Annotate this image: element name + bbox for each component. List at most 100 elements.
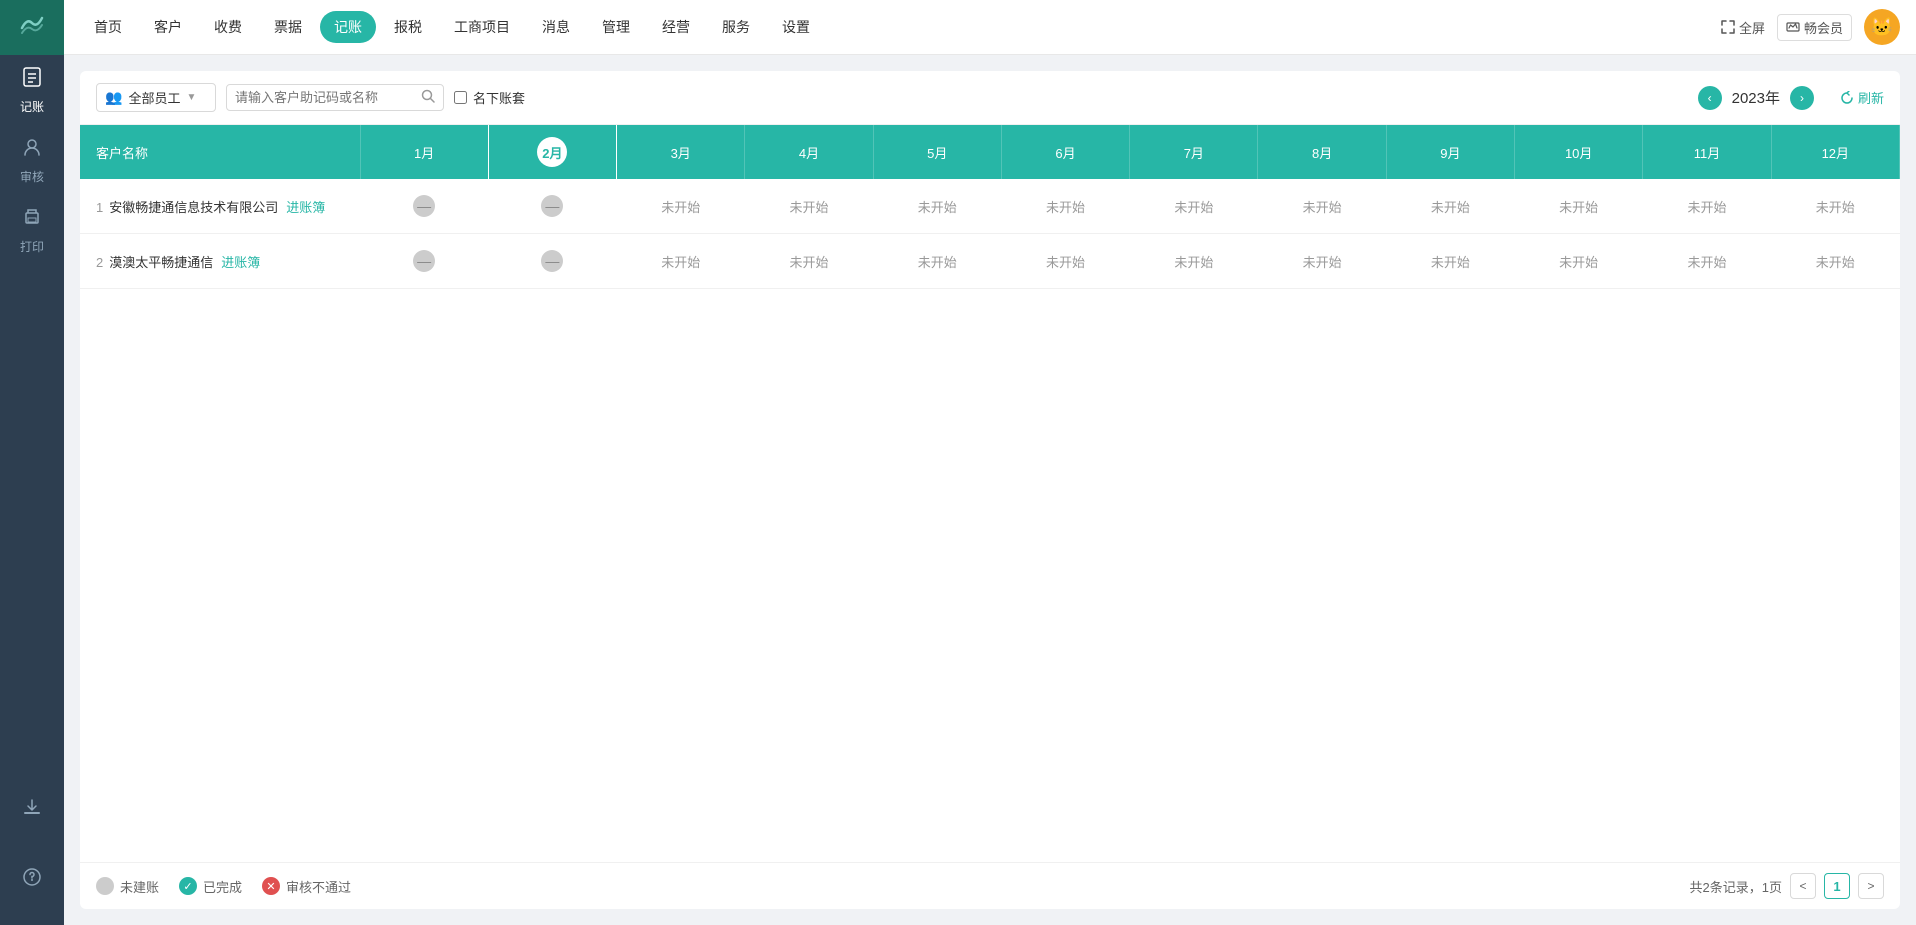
legend-rejected-label: 审核不通过 [286,877,351,896]
active-month-circle: 2月 [537,137,567,167]
employee-select-label: 全部员工 [128,88,180,107]
cell-sep-0: 未开始 [1386,179,1514,234]
fullscreen-icon [1721,20,1735,34]
year-next-button[interactable]: › [1790,86,1814,110]
col-header-sep: 9月 [1386,125,1514,179]
user-avatar[interactable]: 🐱 [1864,9,1900,45]
review-icon [21,136,43,164]
sidebar-item-print-label: 打印 [20,238,44,255]
myaccount-checkbox-label[interactable]: 名下账套 [454,88,525,107]
nav-billing[interactable]: 收费 [200,11,256,43]
nav-message[interactable]: 消息 [528,11,584,43]
table-row: 1安徽畅捷通信息技术有限公司进账簿——未开始未开始未开始未开始未开始未开始未开始… [80,179,1900,234]
refresh-label: 刷新 [1858,88,1884,107]
search-box [226,84,444,111]
row-index: 2 [96,255,103,270]
enter-ledger-link[interactable]: 进账簿 [286,200,325,215]
nav-settings[interactable]: 设置 [768,11,824,43]
sidebar-item-bookkeeping[interactable]: 记账 [0,55,64,125]
col-header-jul: 7月 [1130,125,1258,179]
cell-jul-1: 未开始 [1130,234,1258,289]
legend-rejected: ✕ 审核不通过 [262,877,351,896]
nav-tax[interactable]: 报税 [380,11,436,43]
table-wrapper: 客户名称 1月 2月 3月 4月 5月 6月 7月 8月 9月 [80,125,1900,862]
sidebar-item-review[interactable]: 审核 [0,125,64,195]
bookkeeping-icon [21,66,43,94]
refresh-button[interactable]: 刷新 [1840,88,1884,107]
enter-ledger-link[interactable]: 进账簿 [221,255,260,270]
cell-jan-0: — [360,179,488,234]
col-header-feb: 2月 [488,125,616,179]
vip-icon [1786,20,1800,34]
row-index: 1 [96,200,103,215]
status-dash-icon: — [413,195,435,217]
print-icon [21,206,43,234]
nav-operations[interactable]: 经营 [648,11,704,43]
sidebar: 记账 审核 打印 [0,0,64,925]
page-prev-button[interactable]: < [1790,873,1816,899]
toolbar: 👥 全部员工 ▼ 名下账套 [80,71,1900,125]
vip-button[interactable]: 畅会员 [1777,14,1852,41]
cell-jul-0: 未开始 [1130,179,1258,234]
employee-icon: 👥 [105,89,122,106]
page-next-button[interactable]: > [1858,873,1884,899]
col-header-name: 客户名称 [80,125,360,179]
myaccount-label: 名下账套 [473,88,525,107]
cell-mar-0: 未开始 [617,179,745,234]
cell-apr-0: 未开始 [745,179,873,234]
cell-may-1: 未开始 [873,234,1001,289]
employee-select[interactable]: 👥 全部员工 ▼ [96,83,216,112]
col-header-nov: 11月 [1643,125,1771,179]
col-header-may: 5月 [873,125,1001,179]
year-nav: ‹ 2023年 › [1698,86,1814,110]
cell-jun-1: 未开始 [1001,234,1129,289]
cell-aug-1: 未开始 [1258,234,1386,289]
nav-home[interactable]: 首页 [80,11,136,43]
sidebar-item-support[interactable] [0,845,64,915]
sidebar-bottom [0,775,64,925]
sidebar-item-download[interactable] [0,775,64,845]
cell-oct-1: 未开始 [1515,234,1643,289]
cell-nov-0: 未开始 [1643,179,1771,234]
fullscreen-button[interactable]: 全屏 [1721,18,1765,37]
cell-jun-0: 未开始 [1001,179,1129,234]
status-dash-icon: — [541,250,563,272]
chevron-down-icon: ▼ [186,92,196,103]
sidebar-item-bookkeeping-label: 记账 [20,98,44,115]
client-name: 安徽畅捷通信息技术有限公司 [109,200,278,215]
nav-client[interactable]: 客户 [140,11,196,43]
status-dash-icon: — [541,195,563,217]
col-header-aug: 8月 [1258,125,1386,179]
cell-mar-1: 未开始 [617,234,745,289]
nav-service[interactable]: 服务 [708,11,764,43]
sidebar-item-review-label: 审核 [20,168,44,185]
sidebar-item-print[interactable]: 打印 [0,195,64,265]
search-input[interactable] [235,90,415,105]
vip-label: 畅会员 [1804,18,1843,37]
nav-management[interactable]: 管理 [588,11,644,43]
nav-business[interactable]: 工商项目 [440,11,524,43]
cell-sep-1: 未开始 [1386,234,1514,289]
cell-feb-1: — [488,234,616,289]
support-icon [21,866,43,894]
legend-not-started-label: 未建账 [120,877,159,896]
content-card: 👥 全部员工 ▼ 名下账套 [80,71,1900,909]
nav-bookkeeping[interactable]: 记账 [320,11,376,43]
page-current-number[interactable]: 1 [1824,873,1850,899]
year-prev-button[interactable]: ‹ [1698,86,1722,110]
legend-grey-dot [96,877,114,895]
search-icon[interactable] [421,89,435,106]
main-table: 客户名称 1月 2月 3月 4月 5月 6月 7月 8月 9月 [80,125,1900,289]
col-header-jun: 6月 [1001,125,1129,179]
cell-aug-0: 未开始 [1258,179,1386,234]
nav-invoice[interactable]: 票据 [260,11,316,43]
cell-may-0: 未开始 [873,179,1001,234]
table-header-row: 客户名称 1月 2月 3月 4月 5月 6月 7月 8月 9月 [80,125,1900,179]
myaccount-checkbox[interactable] [454,91,467,104]
download-icon [21,796,43,824]
cell-dec-0: 未开始 [1771,179,1899,234]
refresh-icon [1840,91,1854,105]
col-header-oct: 10月 [1515,125,1643,179]
sidebar-logo [0,0,64,55]
topnav: 首页 客户 收费 票据 记账 报税 工商项目 消息 管理 经营 服务 设置 全屏 [64,0,1916,55]
